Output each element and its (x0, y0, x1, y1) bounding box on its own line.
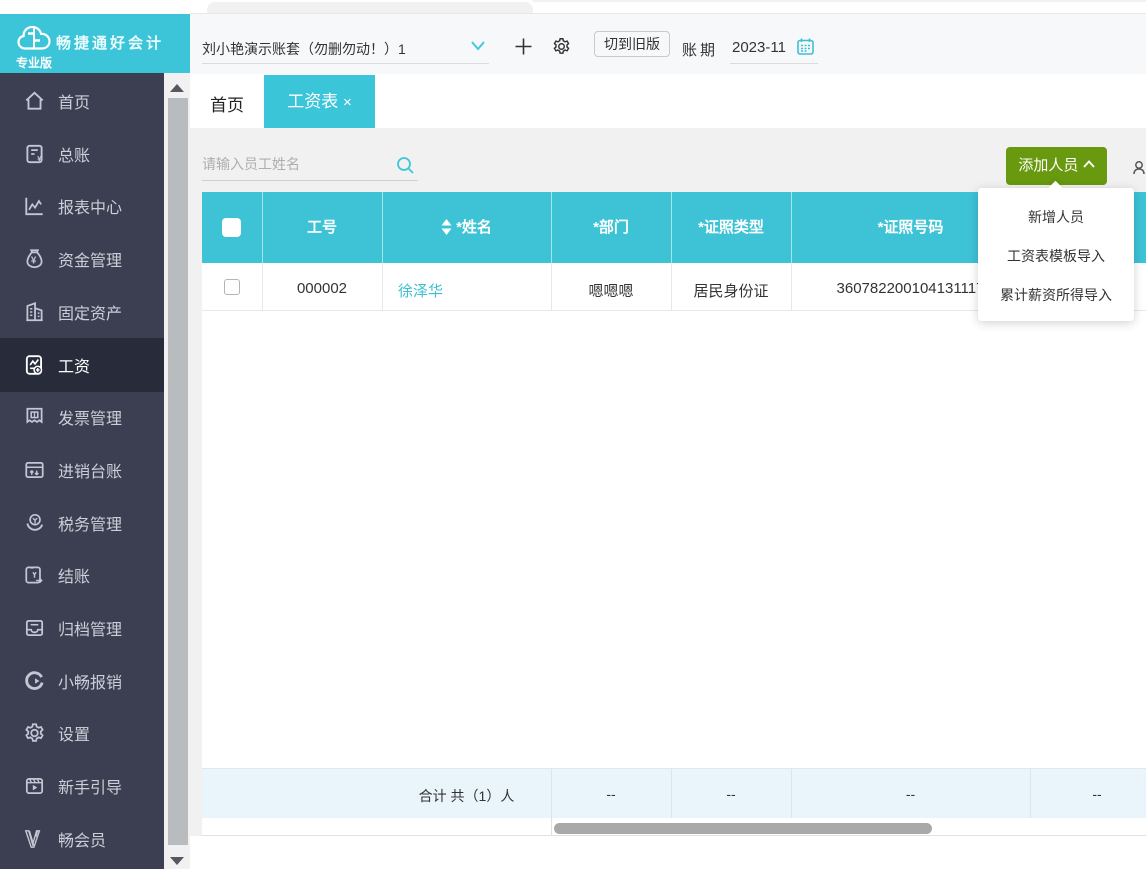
svg-text:¥: ¥ (31, 255, 37, 266)
svg-text:¥: ¥ (37, 154, 42, 163)
